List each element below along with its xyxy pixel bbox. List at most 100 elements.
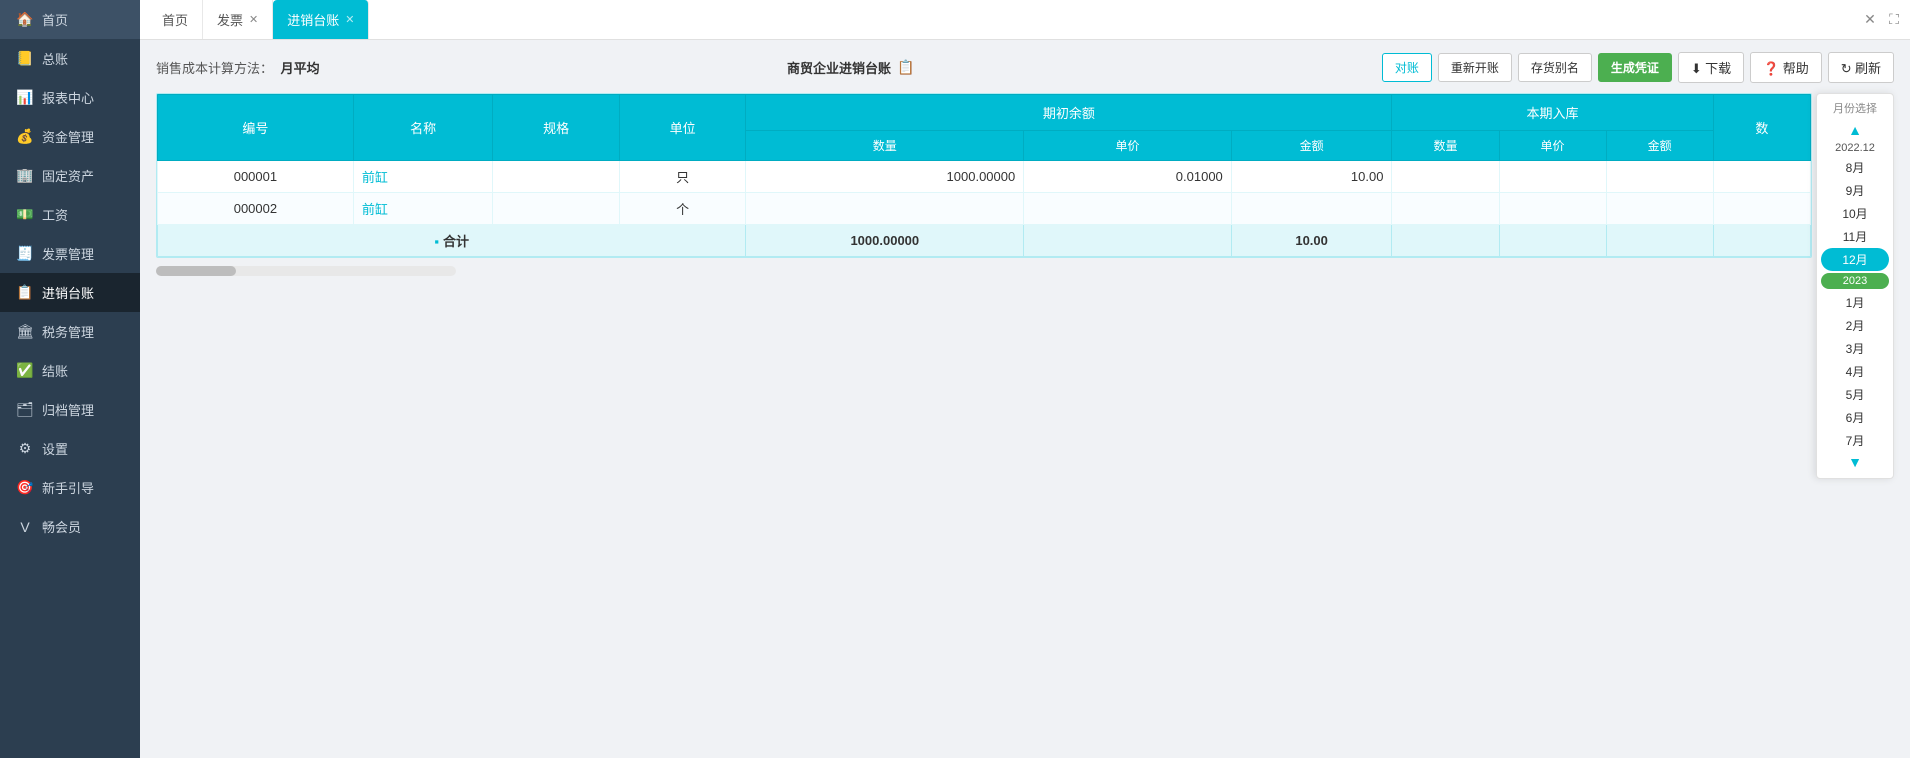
sidebar-item-label: 工资 [42,205,68,224]
cell-extra [1713,161,1810,193]
home-icon: 🏠 [16,11,34,28]
sidebar-item-label: 税务管理 [42,322,94,341]
sidebar-item-label: 发票管理 [42,244,94,263]
cell-extra [1713,193,1810,225]
save-alias-button[interactable]: 存货别名 [1518,53,1592,82]
invoice-management-icon: 🧾 [16,245,34,262]
month-10[interactable]: 10月 [1821,202,1889,225]
reopen-button[interactable]: 重新开账 [1438,53,1512,82]
download-button[interactable]: ⬇ 下载 [1678,52,1744,83]
sidebar-item-report-center[interactable]: 📊报表中心 [0,78,140,117]
sidebar-item-home[interactable]: 🏠 首页 [0,0,140,39]
sidebar-item-fund-management[interactable]: 💰资金管理 [0,117,140,156]
refresh-button[interactable]: ↻ 刷新 [1828,52,1894,83]
col-unit: 单位 [619,95,746,161]
total-label: ▪合计 [158,225,746,257]
sidebar-item-label: 新手引导 [42,478,94,497]
purchase-sales-icon: 📋 [16,284,34,301]
sidebar-item-general-ledger[interactable]: 📒总账 [0,39,140,78]
cell-unit: 个 [619,193,746,225]
bottom-scrollbar-area [156,266,1894,276]
sidebar-item-settings[interactable]: ⚙设置 [0,429,140,468]
maximize-window-button[interactable]: ⛶ [1886,12,1902,28]
total-row: ▪合计 1000.00000 10.00 [158,225,1811,257]
sidebar-item-purchase-sales[interactable]: 📋进销台账 [0,273,140,312]
generate-voucher-button[interactable]: 生成凭证 [1598,53,1672,82]
ledger-table-container: 编号 名称 规格 单位 期初余额 本期入库 数 数量 单价 金额 数 [156,93,1812,258]
month-up-arrow[interactable]: ▲ [1846,120,1864,140]
month-panel-title: 月份选择 [1833,100,1877,116]
sidebar-item-label: 报表中心 [42,88,94,107]
sidebar-item-fixed-assets[interactable]: 🏢固定资产 [0,156,140,195]
reconcile-button[interactable]: 对账 [1382,53,1432,82]
month-11[interactable]: 11月 [1821,225,1889,248]
month-12[interactable]: 12月 [1821,248,1889,271]
vip-icon: V [16,519,34,535]
col-extra: 数 [1713,95,1810,161]
close-window-button[interactable]: ✕ [1862,12,1878,28]
col-opening-balance: 期初余额 [746,95,1392,131]
sidebar-item-guide[interactable]: 🎯 新手引导 [0,468,140,507]
total-extra [1713,225,1810,257]
sidebar-item-tax-management[interactable]: 🏛 税务管理 [0,312,140,351]
tax-management-icon: 🏛 [16,323,34,340]
sidebar-item-archive-management[interactable]: 🗂归档管理 [0,390,140,429]
window-controls: ✕ ⛶ [1862,12,1902,28]
year-2022-label: 2022.12 [1835,142,1875,154]
cell-id: 000002 [158,193,354,225]
cell-inbound-price [1499,161,1606,193]
main-area: 首页发票✕ 进销台账 ✕ ✕ ⛶ 销售成本计算方法： 月平均 商贸企业进销台账 📋 … [140,0,1910,758]
col-inbound-price: 单价 [1499,131,1606,161]
fixed-assets-icon: 🏢 [16,167,34,184]
sidebar: 🏠 首页 📒总账📊报表中心💰资金管理🏢固定资产 💵 工资 🧾 发票管理 📋进销台账 🏛 税务管理 ✅… [0,0,140,758]
total-inbound-qty [1392,225,1499,257]
table-row: 000002 前缸 个 [158,193,1811,225]
sidebar-item-settlement[interactable]: ✅结账 [0,351,140,390]
help-button[interactable]: ❓ 帮助 [1750,52,1822,83]
tab-label: 进销台账 [287,10,339,29]
cell-spec [493,193,620,225]
month-3[interactable]: 3月 [1821,337,1889,360]
cell-inbound-price [1499,193,1606,225]
ledger-table: 编号 名称 规格 单位 期初余额 本期入库 数 数量 单价 金额 数 [157,94,1811,257]
month-6[interactable]: 6月 [1821,406,1889,429]
sidebar-item-label: 首页 [42,10,68,29]
total-opening-qty: 1000.00000 [746,225,1024,257]
scroll-thumb[interactable] [156,266,236,276]
table-body: 000001 前缸 只 1000.00000 0.01000 10.00 000… [158,161,1811,257]
sidebar-item-payroll[interactable]: 💵 工资 [0,195,140,234]
info-icon[interactable]: 📋 [897,59,914,76]
archive-management-icon: 🗂 [16,401,34,418]
cell-opening-amount: 10.00 [1231,161,1392,193]
month-5[interactable]: 5月 [1821,383,1889,406]
month-panel: 月份选择 ▲ 2022.12 8月 9月 10月 11月 12月 2023 1月… [1816,93,1894,479]
sidebar-item-vip[interactable]: V 畅会员 [0,507,140,546]
cell-unit: 只 [619,161,746,193]
month-7[interactable]: 7月 [1821,429,1889,452]
payroll-icon: 💵 [16,206,34,223]
month-2[interactable]: 2月 [1821,314,1889,337]
col-opening-amount: 金额 [1231,131,1392,161]
horizontal-scrollbar[interactable] [156,266,456,276]
settlement-icon: ✅ [16,362,34,379]
tab-invoice-tab[interactable]: 发票✕ [203,0,273,39]
tab-close-btn[interactable]: ✕ [345,13,354,26]
cell-name: 前缸 [353,161,492,193]
tab-purchase-sales-tab[interactable]: 进销台账 ✕ [273,0,369,39]
col-inbound: 本期入库 [1392,95,1713,131]
cell-spec [493,161,620,193]
guide-icon: 🎯 [16,479,34,496]
sidebar-item-label: 总账 [42,49,68,68]
sidebar-item-label: 畅会员 [42,517,81,536]
cell-opening-amount [1231,193,1392,225]
tab-home-tab[interactable]: 首页 [148,0,203,39]
tab-close-btn[interactable]: ✕ [249,13,258,26]
month-9[interactable]: 9月 [1821,179,1889,202]
month-4[interactable]: 4月 [1821,360,1889,383]
sidebar-item-invoice-management[interactable]: 🧾 发票管理 [0,234,140,273]
cell-id: 000001 [158,161,354,193]
month-8[interactable]: 8月 [1821,156,1889,179]
top-bar: 销售成本计算方法： 月平均 商贸企业进销台账 📋 对账 重新开账 存货别名 生成… [156,52,1894,83]
month-1[interactable]: 1月 [1821,291,1889,314]
month-down-arrow[interactable]: ▼ [1846,452,1864,472]
